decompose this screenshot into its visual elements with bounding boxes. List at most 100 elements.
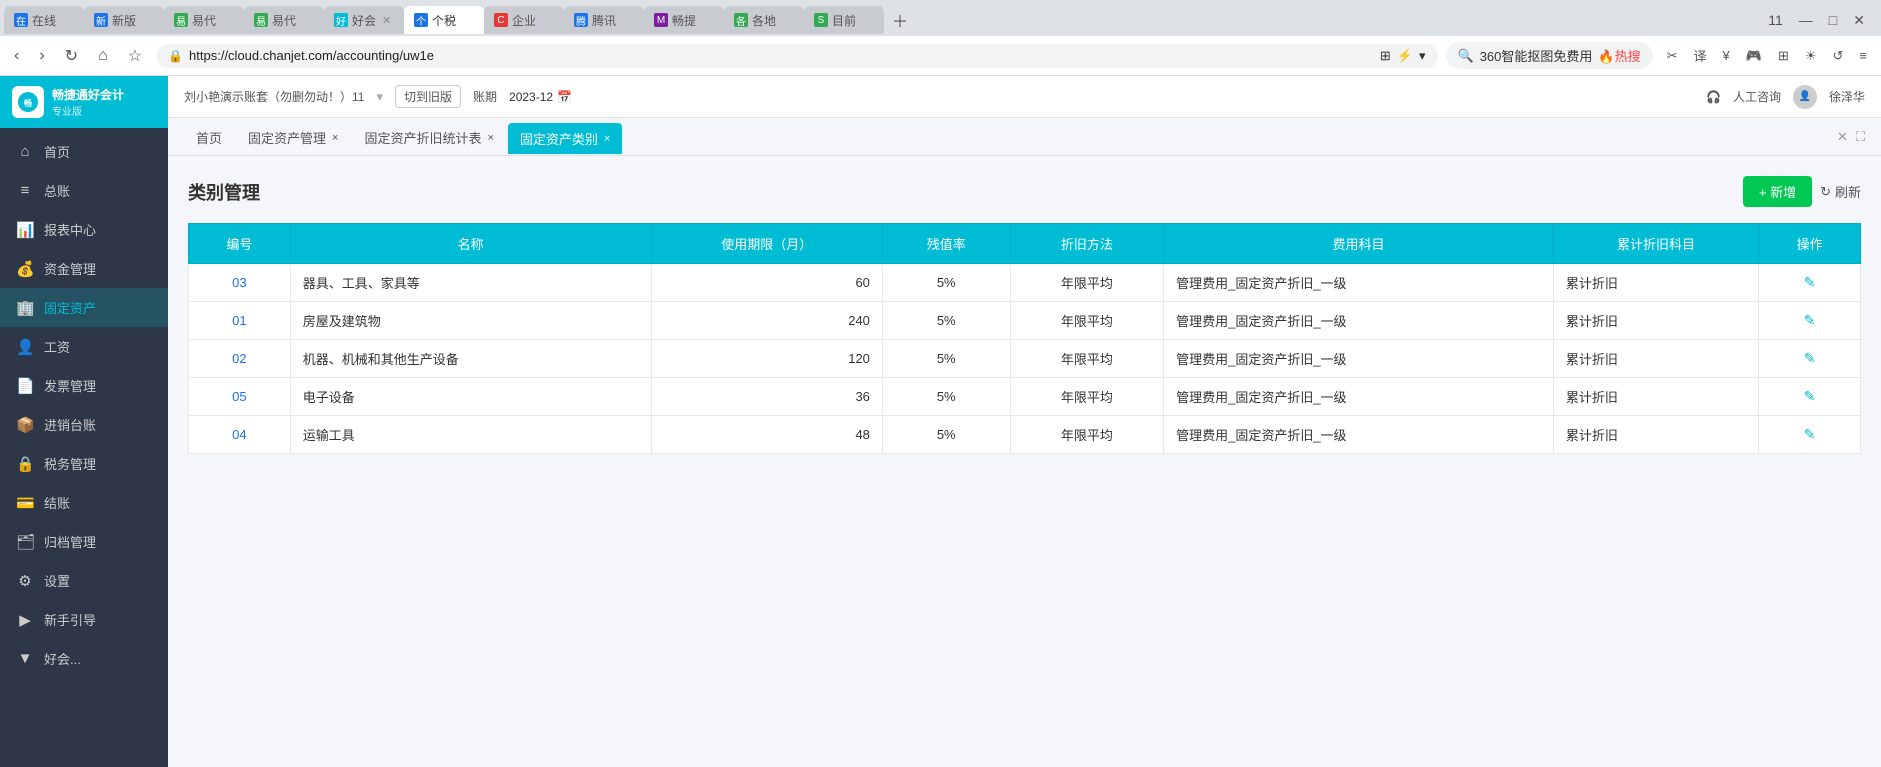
panel-close-icon[interactable]: ✕: [1837, 129, 1848, 145]
browser-tab-3[interactable]: 易 易代: [164, 6, 244, 34]
sidebar-item-salary[interactable]: 👤 工资: [0, 327, 168, 366]
browser-tab-8[interactable]: 腾 腾讯: [564, 6, 644, 34]
refresh-icon: ↻: [1820, 184, 1831, 200]
refresh-button[interactable]: ↻ 刷新: [1820, 176, 1861, 207]
invoice-icon: 📄: [16, 377, 34, 395]
edit-button-2[interactable]: ✎: [1804, 350, 1816, 366]
code-link-0[interactable]: 03: [232, 275, 246, 290]
undo-icon[interactable]: ↺: [1827, 44, 1850, 68]
panel-expand-icon[interactable]: ⛶: [1856, 129, 1865, 145]
app-topbar: 刘小艳演示账套（勿删勿动！）11 ▾ 切到旧版 账期 2023-12 📅 🎧 人…: [168, 76, 1881, 118]
edit-button-1[interactable]: ✎: [1804, 312, 1816, 328]
sidebar-item-home[interactable]: ⌂ 首页: [0, 132, 168, 171]
category-table: 编号 名称 使用期限（月） 残值率 折旧方法 费用科目 累计折旧科目 操作 03…: [188, 223, 1861, 454]
tab-icon-3: 易: [174, 13, 188, 27]
cell-action-4: ✎: [1759, 416, 1861, 454]
code-link-1[interactable]: 01: [232, 313, 246, 328]
browser-chrome: 在 在线 新 新版 易 易代 易 易代 好 好会 ✕ 个 个税 C 企业 腾: [0, 0, 1881, 76]
close-tab-depreciation[interactable]: ×: [487, 132, 493, 144]
sidebar-item-inventory[interactable]: 📦 进销台账: [0, 405, 168, 444]
translate-icon[interactable]: 译: [1688, 42, 1713, 69]
topbar-support-label[interactable]: 人工咨询: [1733, 88, 1781, 105]
reload-button[interactable]: ↻: [59, 42, 84, 70]
bookmark-button[interactable]: ☆: [122, 42, 148, 70]
minimize-icon[interactable]: —: [1795, 10, 1817, 30]
code-link-2[interactable]: 02: [232, 351, 246, 366]
page-title: 类别管理: [188, 179, 260, 205]
sidebar-item-fixed[interactable]: 🏢 固定资产: [0, 288, 168, 327]
calendar-icon[interactable]: 📅: [557, 90, 572, 104]
scissors-icon[interactable]: ✂: [1661, 44, 1684, 68]
cell-expense-1: 管理费用_固定资产折旧_一级: [1164, 302, 1554, 340]
forward-button[interactable]: ›: [33, 43, 50, 69]
close-tab-category[interactable]: ×: [604, 133, 610, 145]
new-tab-button[interactable]: ＋: [884, 4, 916, 36]
address-bar[interactable]: 🔒 https://cloud.chanjet.com/accounting/u…: [156, 44, 1437, 68]
tab-icon-10: 各: [734, 13, 748, 27]
code-link-4[interactable]: 04: [232, 427, 246, 442]
table-row: 05 电子设备 36 5% 年限平均 管理费用_固定资产折旧_一级 累计折旧 ✎: [189, 378, 1861, 416]
topbar-period: 2023-12 📅: [509, 90, 572, 104]
browser-tab-10[interactable]: 各 各地: [724, 6, 804, 34]
home-button[interactable]: ⌂: [92, 43, 114, 69]
page-tab-depreciation[interactable]: 固定资产折旧统计表 ×: [352, 122, 505, 155]
browser-tab-6[interactable]: 个 个税: [404, 6, 484, 34]
lightning-icon[interactable]: ⚡: [1397, 48, 1413, 64]
content-area: 刘小艳演示账套（勿删勿动！）11 ▾ 切到旧版 账期 2023-12 📅 🎧 人…: [168, 76, 1881, 767]
site-info-icon[interactable]: ⊞: [1380, 48, 1391, 64]
browser-tab-7[interactable]: C 企业: [484, 6, 564, 34]
edit-button-0[interactable]: ✎: [1804, 274, 1816, 290]
browser-tab-1[interactable]: 在 在线: [4, 6, 84, 34]
sidebar-item-tax[interactable]: 🔒 税务管理: [0, 444, 168, 483]
page-title-section: 类别管理 + 新增 ↻ 刷新: [188, 176, 1861, 207]
code-link-3[interactable]: 05: [232, 389, 246, 404]
topbar-dropdown-icon[interactable]: ▾: [376, 89, 383, 105]
cell-accumulated-2: 累计折旧: [1553, 340, 1758, 378]
wallet-icon[interactable]: ¥: [1717, 44, 1736, 67]
topbar-right: 🎧 人工咨询 👤 徐泽华: [1706, 85, 1865, 109]
sidebar-item-ledger[interactable]: ≡ 总账: [0, 171, 168, 210]
tab-icon-1: 在: [14, 13, 28, 27]
cell-name-2: 机器、机械和其他生产设备: [290, 340, 651, 378]
page-tab-fixed-mgmt[interactable]: 固定资产管理 ×: [236, 122, 350, 155]
sidebar-item-settings[interactable]: ⚙ 设置: [0, 561, 168, 600]
page-tab-home[interactable]: 首页: [184, 122, 234, 155]
edit-button-4[interactable]: ✎: [1804, 426, 1816, 442]
sidebar-item-report[interactable]: 📊 报表中心: [0, 210, 168, 249]
browser-tab-2[interactable]: 新 新版: [84, 6, 164, 34]
cell-method-1: 年限平均: [1010, 302, 1164, 340]
maximize-icon[interactable]: □: [1825, 10, 1841, 30]
sidebar-item-more[interactable]: ▼ 好会...: [0, 639, 168, 678]
close-icon[interactable]: ✕: [1849, 10, 1869, 31]
sidebar-item-capital[interactable]: 💰 资金管理: [0, 249, 168, 288]
cell-code-2: 02: [189, 340, 291, 378]
add-category-button[interactable]: + 新增: [1743, 176, 1812, 207]
close-tab-fixed-mgmt[interactable]: ×: [332, 132, 338, 144]
cell-name-4: 运输工具: [290, 416, 651, 454]
sidebar-item-invoice[interactable]: 📄 发票管理: [0, 366, 168, 405]
page-tab-category[interactable]: 固定资产类别 ×: [508, 123, 622, 154]
browser-tab-9[interactable]: M 畅提: [644, 6, 724, 34]
edit-button-3[interactable]: ✎: [1804, 388, 1816, 404]
back-button[interactable]: ‹: [8, 43, 25, 69]
sidebar-item-archive[interactable]: 🗂 归档管理: [0, 522, 168, 561]
tab-icon-2: 新: [94, 13, 108, 27]
sidebar-header: 畅 畅捷通好会计 专业版: [0, 76, 168, 128]
browser-tab-5[interactable]: 好 好会 ✕: [324, 6, 404, 34]
report-icon: 📊: [16, 221, 34, 239]
switch-version-button[interactable]: 切到旧版: [395, 85, 461, 108]
cell-code-4: 04: [189, 416, 291, 454]
col-header-accumulated: 累计折旧科目: [1553, 224, 1758, 264]
browser-tab-4[interactable]: 易 易代: [244, 6, 324, 34]
sun-icon[interactable]: ☀: [1799, 44, 1823, 68]
game-icon[interactable]: 🎮: [1740, 44, 1768, 68]
browser-tab-11[interactable]: S 目前: [804, 6, 884, 34]
sidebar-item-settle[interactable]: 💳 结账: [0, 483, 168, 522]
sidebar-item-guide[interactable]: ▶ 新手引导: [0, 600, 168, 639]
grid-icon[interactable]: ⊞: [1772, 44, 1795, 68]
address-dropdown-icon[interactable]: ▾: [1419, 48, 1426, 64]
sidebar-label-ledger: 总账: [44, 181, 70, 200]
search-bar[interactable]: 🔍 360智能抠图免费用 🔥热搜: [1446, 42, 1653, 69]
menu-icon[interactable]: ≡: [1853, 44, 1873, 67]
tab-close-5[interactable]: ✕: [382, 14, 391, 27]
